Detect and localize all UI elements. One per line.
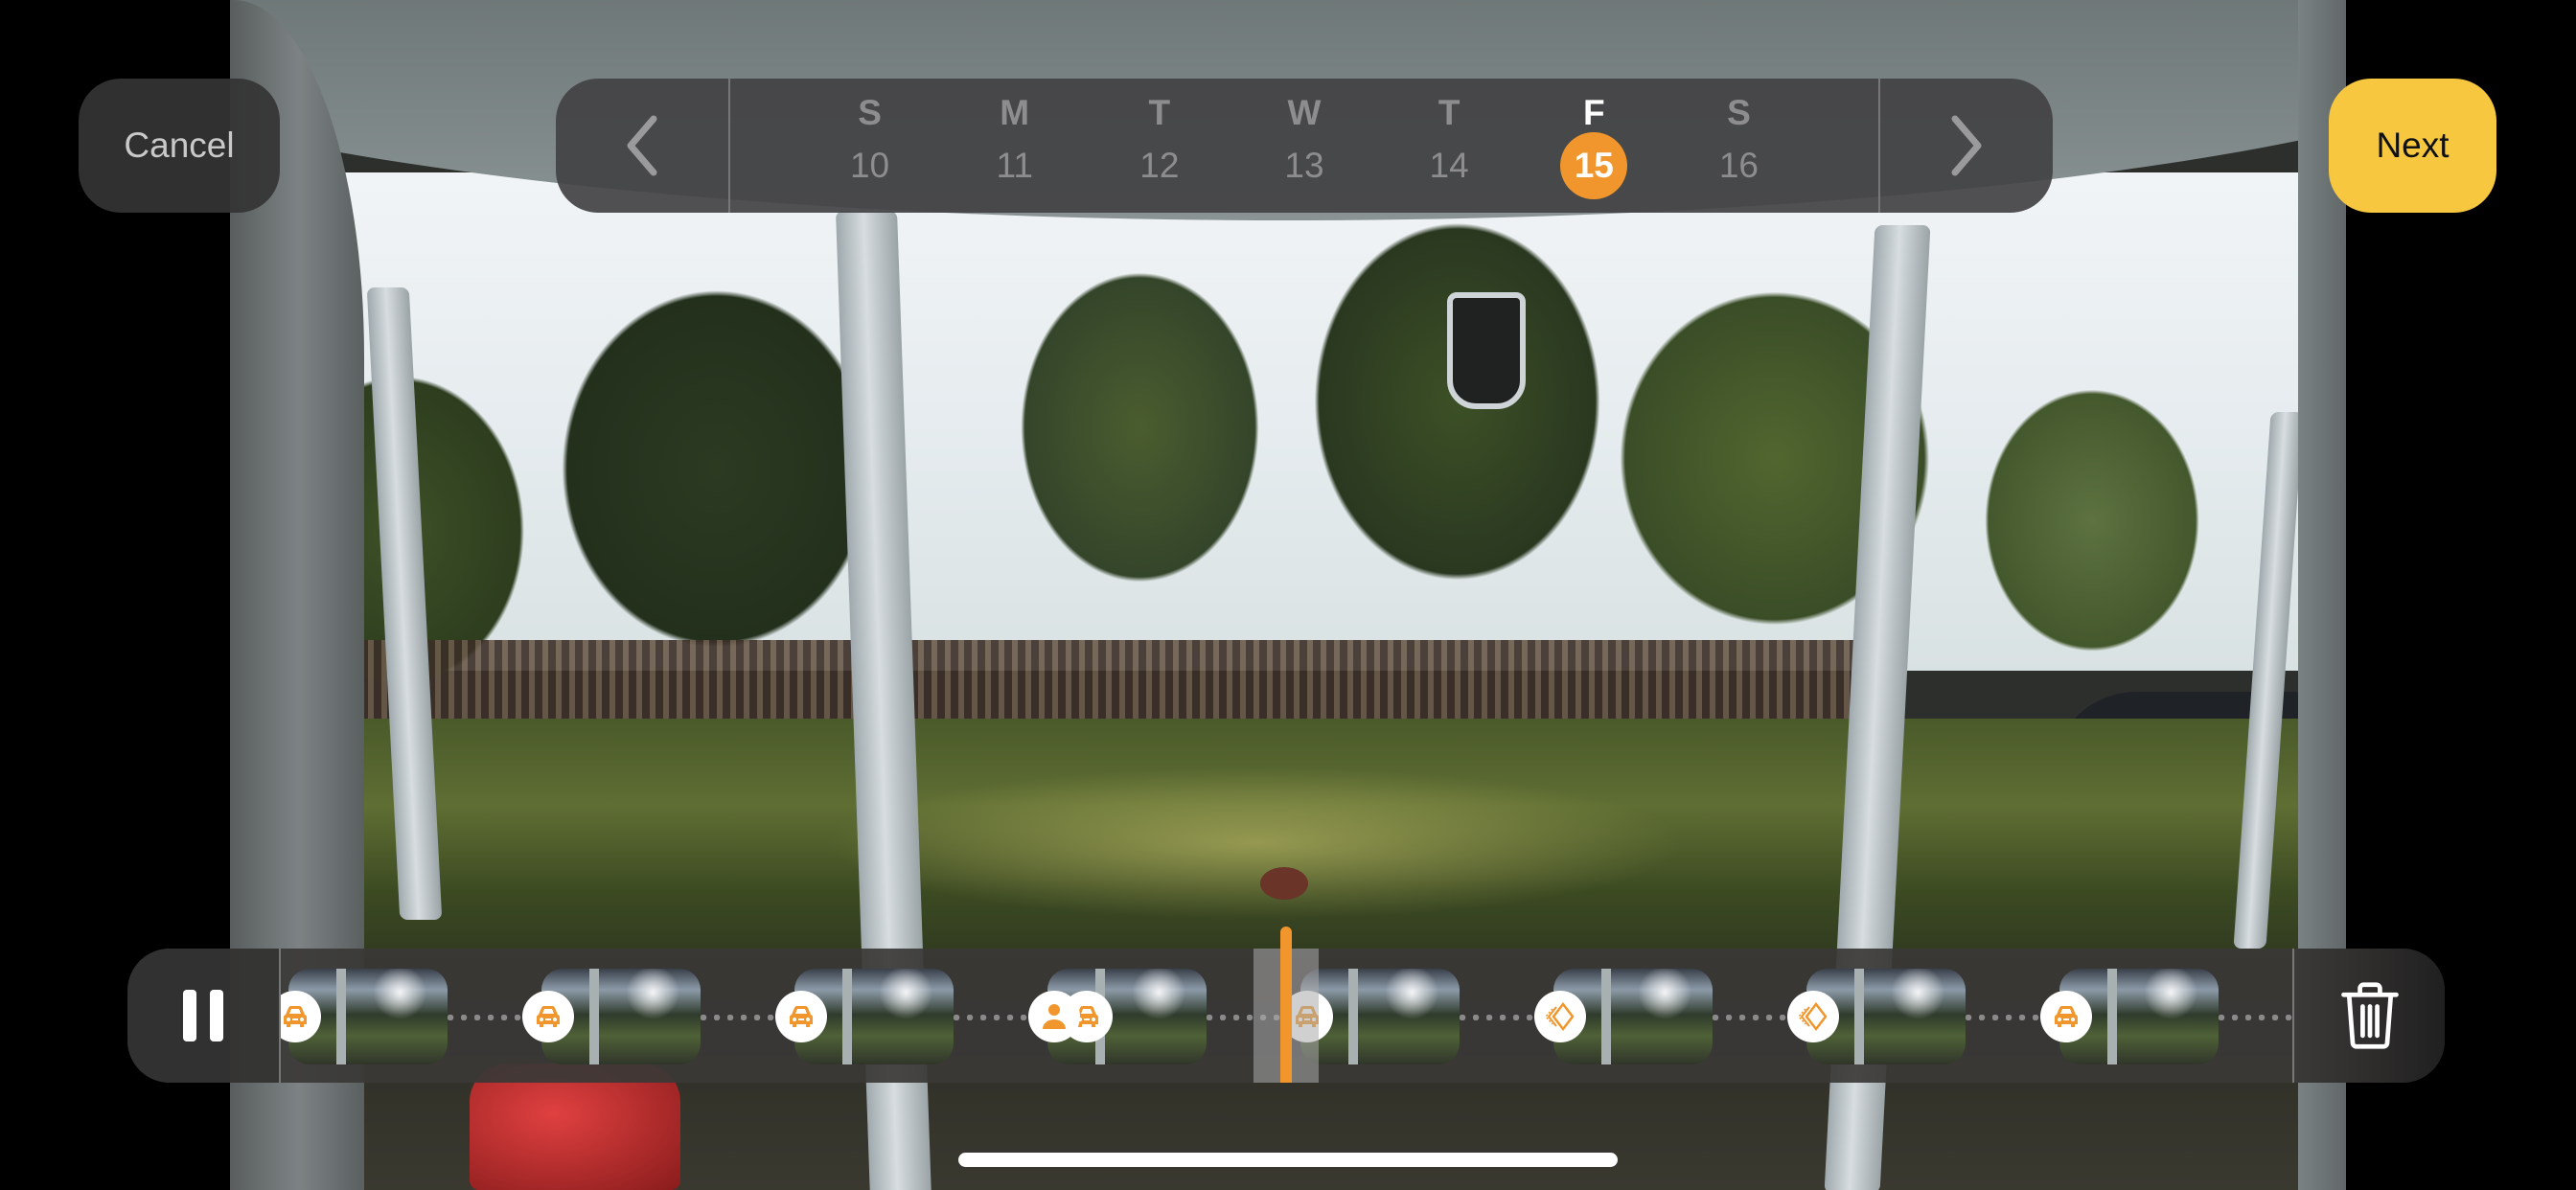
day-item[interactable]: W 13	[1261, 92, 1347, 199]
day-date-label: 13	[1284, 146, 1324, 185]
day-date-label: 15	[1560, 132, 1628, 199]
vehicle-event-badge	[522, 991, 574, 1042]
timeline-gap-dots	[954, 1015, 1030, 1020]
trash-icon	[2340, 982, 2399, 1049]
day-of-week-label: W	[1287, 93, 1322, 132]
person-icon	[1043, 1004, 1066, 1029]
timeline-gap-dots	[448, 1015, 524, 1020]
motion-icon	[1545, 1001, 1575, 1032]
day-of-week-label: S	[858, 93, 882, 132]
person-event-badge	[1028, 991, 1080, 1042]
motion-event-badge	[1787, 991, 1839, 1042]
day-of-week-label: T	[1148, 93, 1171, 132]
vehicle-icon	[789, 1005, 814, 1027]
clip-item[interactable]	[775, 969, 967, 1064]
timeline-gap-dots	[1460, 1015, 1536, 1020]
day-item[interactable]: M 11	[972, 92, 1058, 199]
day-picker: S 10 M 11 T 12 W 13 T 14 F 15 S 16	[556, 79, 2053, 213]
clip-item[interactable]	[522, 969, 714, 1064]
playhead[interactable]	[1280, 927, 1292, 1083]
day-date-label: 10	[849, 146, 890, 185]
day-item-selected[interactable]: F 15	[1551, 92, 1637, 199]
timeline-gap-dots	[1713, 1015, 1789, 1020]
motion-event-badge	[1534, 991, 1586, 1042]
cancel-button[interactable]: Cancel	[79, 79, 280, 213]
next-week-button[interactable]	[1878, 79, 2053, 213]
sunlit-grass	[824, 767, 1687, 920]
vehicle-icon	[283, 1005, 308, 1027]
clip-item[interactable]	[1534, 969, 1726, 1064]
clip-item[interactable]	[281, 969, 461, 1064]
day-item[interactable]: S 16	[1695, 92, 1782, 199]
previous-week-button[interactable]	[556, 79, 730, 213]
next-button[interactable]: Next	[2329, 79, 2496, 213]
vehicle-icon	[2054, 1005, 2079, 1027]
timeline-gap-dots	[1966, 1015, 2042, 1020]
timeline-gap-dots	[701, 1015, 777, 1020]
day-of-week-label: F	[1582, 93, 1605, 132]
vehicle-icon	[536, 1005, 561, 1027]
pause-icon	[183, 990, 196, 1041]
day-date-label: 12	[1139, 146, 1180, 185]
pause-icon	[210, 990, 223, 1041]
day-of-week-label: M	[1000, 93, 1030, 132]
clip-item[interactable]	[1028, 969, 1220, 1064]
day-date-label: 14	[1429, 146, 1469, 185]
football	[1260, 867, 1308, 900]
day-item[interactable]: S 10	[827, 92, 913, 199]
day-of-week-label: S	[1727, 93, 1751, 132]
clip-item[interactable]	[2040, 969, 2232, 1064]
motion-icon	[1798, 1001, 1828, 1032]
day-list: S 10 M 11 T 12 W 13 T 14 F 15 S 16	[730, 79, 1878, 213]
vehicle-event-badge	[775, 991, 827, 1042]
vehicle-event-badge	[2040, 991, 2092, 1042]
day-date-label: 16	[1718, 146, 1759, 185]
day-date-label: 11	[996, 146, 1033, 185]
hanging-lantern	[1447, 292, 1526, 409]
chevron-right-icon	[1951, 115, 1982, 176]
day-of-week-label: T	[1438, 93, 1460, 132]
delete-button[interactable]	[2292, 949, 2445, 1083]
pause-button[interactable]	[127, 949, 281, 1083]
clip-item[interactable]	[1787, 969, 1979, 1064]
timeline-gap-dots	[2219, 1015, 2294, 1020]
chevron-left-icon	[627, 115, 657, 176]
home-indicator[interactable]	[958, 1153, 1618, 1167]
day-item[interactable]: T 12	[1116, 92, 1203, 199]
day-item[interactable]: T 14	[1406, 92, 1492, 199]
